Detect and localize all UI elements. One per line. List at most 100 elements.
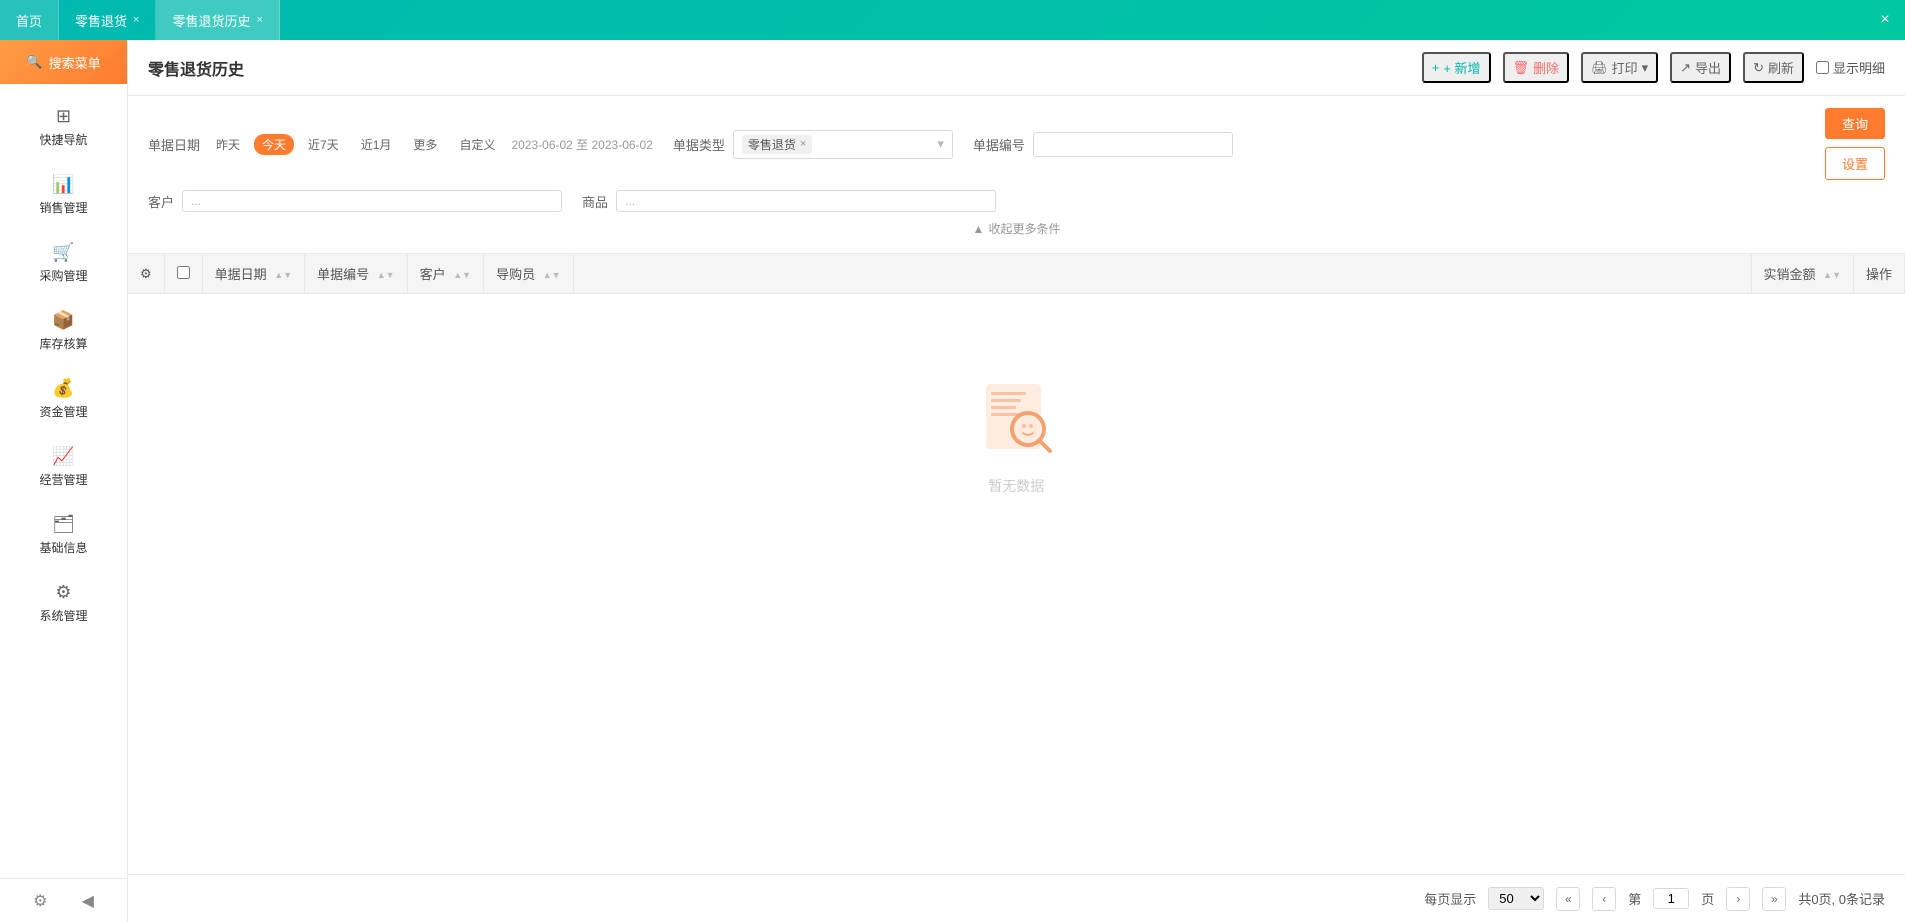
query-button[interactable]: 查询 [1825,108,1885,139]
date-btn-today[interactable]: 今天 [254,134,294,155]
collapse-row: ▲ 收起更多条件 [148,216,1885,241]
collapse-up-icon: ▲ [973,222,985,236]
first-page-button[interactable]: « [1556,887,1580,911]
doc-number-input[interactable] [1033,132,1233,157]
filter-row-1: 单据日期 昨天 今天 近7天 近1月 更多 自定义 2023-06-02 至 2… [148,108,1885,180]
th-amount-label: 实销金额 [1764,267,1816,282]
th-number[interactable]: 单据编号 ▲▼ [305,254,407,294]
sidebar-item-finance[interactable]: 💰 资金管理 [6,366,121,432]
table-header-row: ⚙ 单据日期 ▲▼ 单据编号 ▲▼ 客户 [128,254,1905,294]
sidebar-search-label: 搜索菜单 [49,53,101,72]
collapse-button[interactable]: ▲ 收起更多条件 [961,216,1073,241]
prev-page-button[interactable]: ‹ [1592,887,1616,911]
basic-info-icon: 🗂 [52,514,75,535]
print-icon: 🖨 [1591,60,1608,76]
doc-type-filter: 单据类型 零售退货 × ▾ [673,130,953,159]
page-number-input[interactable] [1653,888,1689,909]
customer-input-dots: ... [191,194,201,208]
doc-number-filter: 单据编号 [973,132,1233,157]
show-detail-checkbox-label[interactable]: 显示明细 [1816,58,1885,77]
tab-retail-return-history-close[interactable]: × [256,14,262,26]
select-all-checkbox[interactable] [177,266,190,279]
th-action-label: 操作 [1866,267,1892,282]
total-text: 共0页, 0条记录 [1798,889,1885,908]
sidebar-bottom: ⚙ ◀ [0,878,127,922]
delete-button[interactable]: 🗑 删除 [1503,52,1570,83]
date-btn-more[interactable]: 更多 [405,134,445,155]
th-spacer [573,254,1751,294]
sidebar-item-system[interactable]: ⚙ 系统管理 [6,570,121,636]
th-customer[interactable]: 客户 ▲▼ [407,254,483,294]
header-actions: + + 新增 🗑 删除 🖨 打印 ▾ ↗ 导出 ↻ [1422,52,1885,83]
new-icon: + [1432,60,1440,75]
tab-retail-return-history[interactable]: 零售退货历史 × [156,0,279,40]
tab-retail-return-history-label: 零售退货历史 [172,11,250,30]
sidebar-item-quick-nav[interactable]: ⊞ 快捷导航 [6,94,121,160]
sidebar-item-operations[interactable]: 📈 经营管理 [6,434,121,500]
filter-area: 单据日期 昨天 今天 近7天 近1月 更多 自定义 2023-06-02 至 2… [128,96,1905,254]
doc-number-label: 单据编号 [973,135,1025,154]
page-size-select[interactable]: 20 50 100 [1488,887,1544,910]
empty-state: 暂无数据 [128,294,1905,576]
sidebar-item-inventory[interactable]: 📦 库存核算 [6,298,121,364]
sidebar-item-purchase[interactable]: 🛒 采购管理 [6,230,121,296]
th-amount[interactable]: 实销金额 ▲▼ [1751,254,1853,294]
next-page-button[interactable]: › [1726,887,1750,911]
date-btn-custom[interactable]: 自定义 [451,134,503,155]
data-table: ⚙ 单据日期 ▲▼ 单据编号 ▲▼ 客户 [128,254,1905,576]
window-close-button[interactable]: × [1865,0,1905,40]
show-detail-checkbox[interactable] [1816,61,1829,74]
tab-home[interactable]: 首页 [0,0,59,40]
content-area: 零售退货历史 + + 新增 🗑 删除 🖨 打印 ▾ ↗ 导出 [128,40,1905,922]
sidebar-search[interactable]: 🔍 搜索菜单 [0,40,127,84]
th-customer-label: 客户 [420,267,446,282]
print-button[interactable]: 🖨 打印 ▾ [1581,52,1658,83]
date-btn-1month[interactable]: 近1月 [353,134,400,155]
th-checkbox[interactable] [164,254,202,294]
sidebar-item-label-system: 系统管理 [39,607,87,624]
doc-type-select[interactable]: 零售退货 × ▾ [733,130,953,159]
date-filter-label: 单据日期 [148,135,200,154]
th-settings[interactable]: ⚙ [128,254,164,294]
doc-type-tag: 零售退货 × [742,135,812,154]
sidebar-nav: ⊞ 快捷导航 📊 销售管理 🛒 采购管理 📦 库存核算 💰 资金管理 📈 [0,84,127,878]
tab-retail-return[interactable]: 零售退货 × [59,0,156,40]
finance-icon: 💰 [52,378,74,399]
th-number-label: 单据编号 [317,267,369,282]
quick-nav-icon: ⊞ [56,106,71,127]
empty-icon [966,374,1066,464]
export-icon: ↗ [1680,60,1691,76]
doc-type-label: 单据类型 [673,135,725,154]
sidebar-item-sales[interactable]: 📊 销售管理 [6,162,121,228]
tab-retail-return-close[interactable]: × [133,14,139,26]
first-page-icon: « [1565,892,1572,906]
th-guide[interactable]: 导购员 ▲▼ [484,254,573,294]
customer-input[interactable]: ... [182,190,562,212]
th-date[interactable]: 单据日期 ▲▼ [202,254,304,294]
date-filter-group: 昨天 今天 近7天 近1月 更多 自定义 [208,134,503,155]
last-page-button[interactable]: » [1762,887,1786,911]
customer-filter: 客户 ... [148,190,562,212]
refresh-button[interactable]: ↻ 刷新 [1743,52,1804,83]
filter-settings-button[interactable]: 设置 [1825,147,1885,180]
goods-input[interactable]: ... [616,190,996,212]
date-btn-yesterday[interactable]: 昨天 [208,134,248,155]
next-page-icon: › [1736,892,1740,906]
new-button[interactable]: + + 新增 [1422,52,1491,83]
collapse-sidebar-icon[interactable]: ◀ [82,891,94,911]
settings-bottom-icon[interactable]: ⚙ [33,891,47,911]
refresh-label: 刷新 [1768,58,1794,77]
prev-page-icon: ‹ [1602,892,1606,906]
sidebar-item-basic-info[interactable]: 🗂 基础信息 [6,502,121,568]
doc-type-dropdown-icon: ▾ [937,136,944,152]
export-button[interactable]: ↗ 导出 [1670,52,1731,83]
doc-type-tag-text: 零售退货 [748,136,796,153]
search-icon: 🔍 [26,54,42,70]
new-label: + 新增 [1443,58,1480,77]
purchase-icon: 🛒 [52,242,74,263]
sort-arrows-date: ▲▼ [274,271,292,280]
delete-icon: 🗑 [1513,60,1530,76]
operations-icon: 📈 [52,446,74,467]
date-btn-7days[interactable]: 近7天 [300,134,347,155]
doc-type-tag-close[interactable]: × [800,138,806,150]
